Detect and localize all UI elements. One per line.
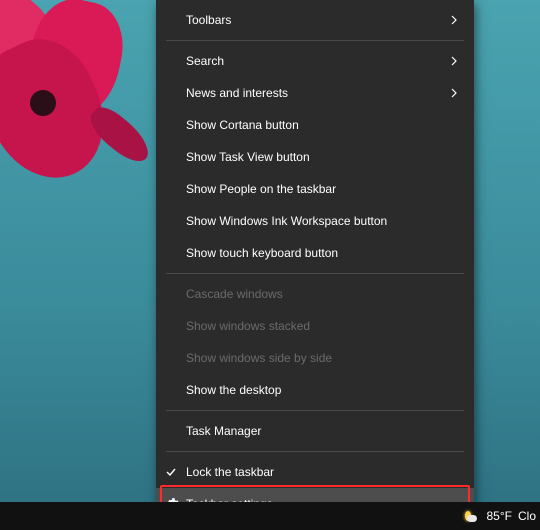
menu-item-label: Cascade windows — [186, 287, 460, 301]
weather-temperature[interactable]: 85°F — [487, 509, 512, 523]
menu-item-label: Search — [186, 54, 450, 68]
menu-item-label: Show windows stacked — [186, 319, 460, 333]
weather-icon — [465, 508, 481, 524]
chevron-right-icon — [450, 56, 460, 66]
menu-item-label: Show touch keyboard button — [186, 246, 460, 260]
menu-separator — [166, 273, 464, 274]
wallpaper-flower — [0, 0, 160, 200]
menu-item-search[interactable]: Search — [156, 45, 474, 77]
menu-separator — [166, 410, 464, 411]
menu-item-task-manager[interactable]: Task Manager — [156, 415, 474, 447]
menu-item-label: Toolbars — [186, 13, 450, 27]
menu-item-show-touch-keyboard-button[interactable]: Show touch keyboard button — [156, 237, 474, 269]
menu-item-label: Show Cortana button — [186, 118, 460, 132]
menu-item-lock-the-taskbar[interactable]: Lock the taskbar — [156, 456, 474, 488]
menu-item-news-and-interests[interactable]: News and interests — [156, 77, 474, 109]
taskbar-context-menu[interactable]: Toolbars Search News and interests Show Cor… — [156, 0, 474, 520]
menu-item-label: Show the desktop — [186, 383, 460, 397]
taskbar[interactable]: 85°F Clo — [0, 502, 540, 530]
menu-item-label: Show People on the taskbar — [186, 182, 460, 196]
menu-item-label: News and interests — [186, 86, 450, 100]
menu-item-show-task-view-button[interactable]: Show Task View button — [156, 141, 474, 173]
menu-item-show-people-on-the-taskbar[interactable]: Show People on the taskbar — [156, 173, 474, 205]
menu-item-show-windows-ink-workspace-button[interactable]: Show Windows Ink Workspace button — [156, 205, 474, 237]
menu-item-label: Show windows side by side — [186, 351, 460, 365]
chevron-right-icon — [450, 15, 460, 25]
menu-separator — [166, 451, 464, 452]
menu-item-label: Task Manager — [186, 424, 460, 438]
menu-item-show-windows-stacked: Show windows stacked — [156, 310, 474, 342]
weather-condition[interactable]: Clo — [518, 509, 536, 523]
menu-item-toolbars[interactable]: Toolbars — [156, 4, 474, 36]
menu-item-label: Lock the taskbar — [186, 465, 460, 479]
menu-item-show-windows-side-by-side: Show windows side by side — [156, 342, 474, 374]
menu-item-label: Show Windows Ink Workspace button — [186, 214, 460, 228]
desktop-background: Toolbars Search News and interests Show Cor… — [0, 0, 540, 530]
menu-item-label: Show Task View button — [186, 150, 460, 164]
menu-separator — [166, 40, 464, 41]
checkmark-icon — [164, 465, 178, 479]
menu-item-show-the-desktop[interactable]: Show the desktop — [156, 374, 474, 406]
chevron-right-icon — [450, 88, 460, 98]
menu-item-show-cortana-button[interactable]: Show Cortana button — [156, 109, 474, 141]
menu-item-cascade-windows: Cascade windows — [156, 278, 474, 310]
